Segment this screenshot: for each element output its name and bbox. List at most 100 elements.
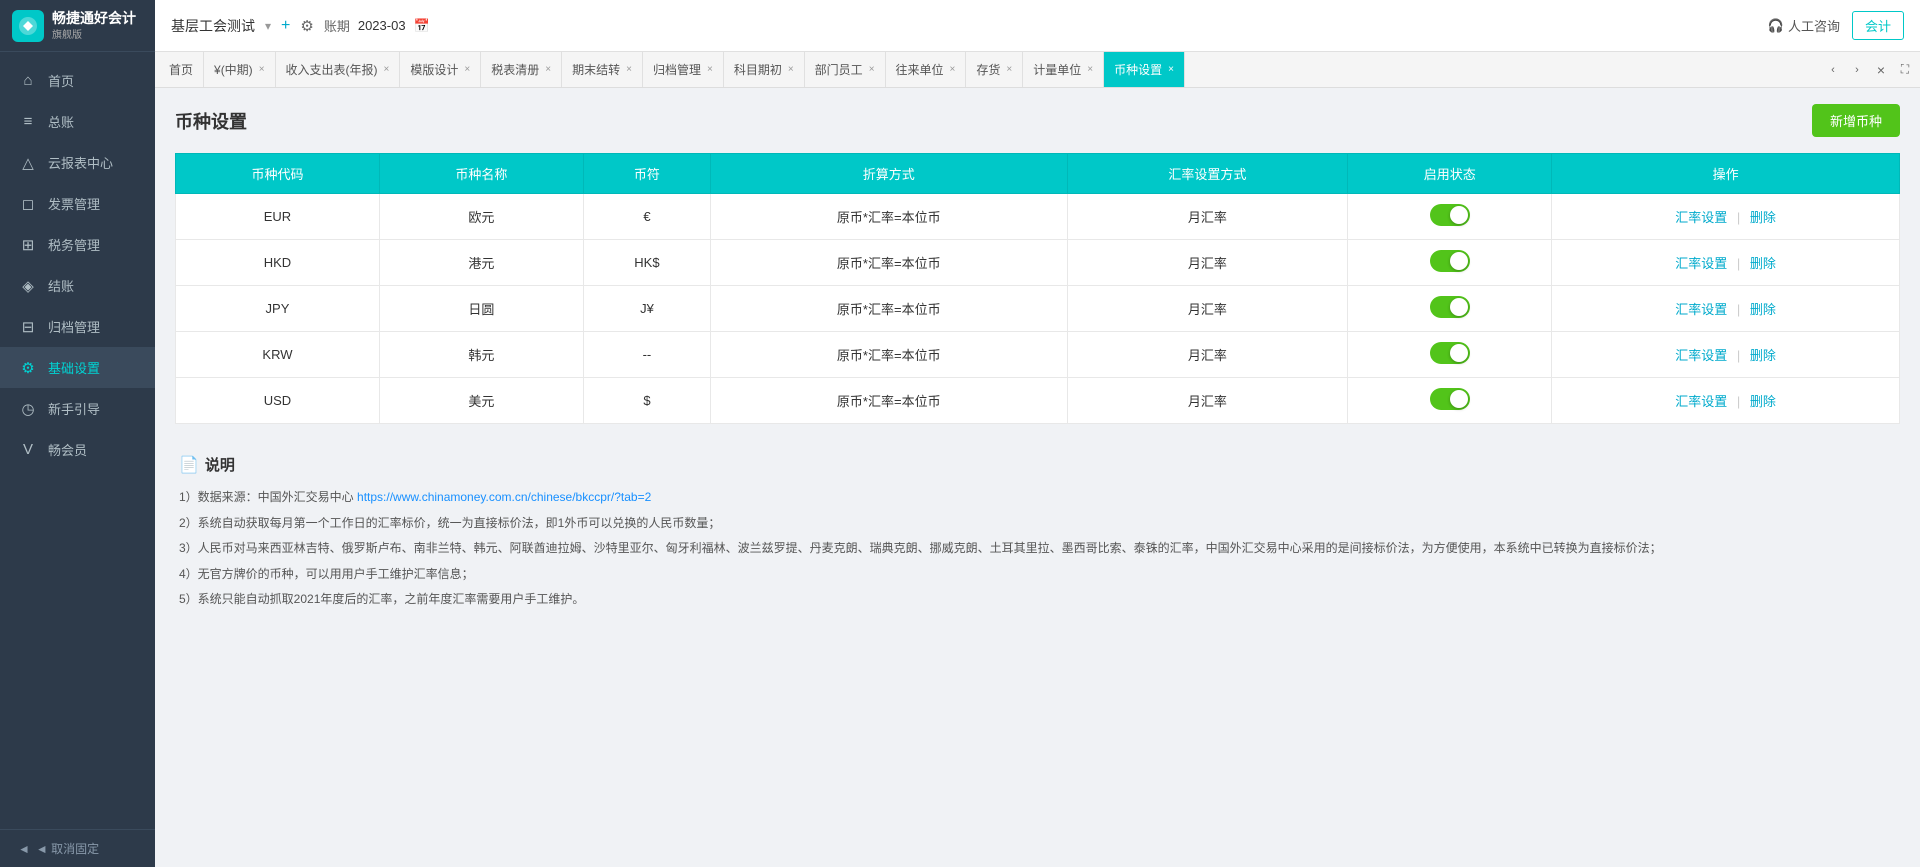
tab-tax[interactable]: 税表清册 × — [481, 52, 562, 88]
sidebar-item-guide[interactable]: ◷ 新手引导 — [0, 388, 155, 429]
cell-name-2: 日圆 — [379, 286, 583, 332]
logo-name: 畅捷通好会计 — [52, 10, 136, 27]
toggle-switch-0[interactable] — [1430, 204, 1470, 226]
rate-setting-link-0[interactable]: 汇率设置 — [1675, 210, 1727, 225]
ledger-icon: ≡ — [18, 113, 38, 130]
tab-nav-btns: ‹ › × ⛶ — [1822, 59, 1916, 81]
tab-expand-btn[interactable]: ⛶ — [1894, 59, 1916, 81]
tab-period-end-close[interactable]: × — [626, 64, 632, 75]
tab-prev-btn[interactable]: ‹ — [1822, 59, 1844, 81]
delete-link-1[interactable]: 删除 — [1750, 256, 1776, 271]
new-currency-button[interactable]: 新增币种 — [1812, 104, 1900, 137]
sidebar-pin-toggle[interactable]: ◄ ◄ 取消固定 — [0, 829, 155, 867]
member-icon: V — [18, 441, 38, 458]
sidebar-item-home-label: 首页 — [48, 71, 74, 90]
cell-rate-method-4: 月汇率 — [1067, 378, 1348, 424]
tab-period-end[interactable]: 期末结转 × — [562, 52, 643, 88]
rate-setting-link-1[interactable]: 汇率设置 — [1675, 256, 1727, 271]
cell-calc-1: 原币*汇率=本位币 — [710, 240, 1067, 286]
service-button[interactable]: 🎧 人工咨询 — [1768, 16, 1840, 35]
tab-archive[interactable]: 归档管理 × — [643, 52, 724, 88]
content-area: 币种设置 新增币种 币种代码 币种名称 币符 折算方式 汇率设置方式 启用状态 … — [155, 88, 1920, 867]
delete-link-4[interactable]: 删除 — [1750, 394, 1776, 409]
sidebar-item-checkout[interactable]: ◈ 结账 — [0, 265, 155, 306]
sidebar-item-archive[interactable]: ⊟ 归档管理 — [0, 306, 155, 347]
rate-setting-link-2[interactable]: 汇率设置 — [1675, 302, 1727, 317]
cell-rate-method-2: 月汇率 — [1067, 286, 1348, 332]
toggle-switch-2[interactable] — [1430, 296, 1470, 318]
toggle-switch-3[interactable] — [1430, 342, 1470, 364]
sidebar-item-home[interactable]: ⌂ 首页 — [0, 60, 155, 101]
tab-income-close[interactable]: × — [384, 64, 390, 75]
toggle-switch-1[interactable] — [1430, 250, 1470, 272]
cell-rate-method-1: 月汇率 — [1067, 240, 1348, 286]
tab-subjects[interactable]: 科目期初 × — [724, 52, 805, 88]
sidebar-item-ledger[interactable]: ≡ 总账 — [0, 101, 155, 142]
tab-tax-close[interactable]: × — [545, 64, 551, 75]
tab-home[interactable]: 首页 — [159, 52, 204, 88]
table-row: JPY 日圆 J¥ 原币*汇率=本位币 月汇率 汇率设置 | 删除 — [176, 286, 1900, 332]
tab-template-close[interactable]: × — [464, 64, 470, 75]
project-dropdown-icon[interactable]: ▾ — [265, 19, 271, 33]
tab-home-label: 首页 — [169, 61, 193, 78]
sidebar-item-tax[interactable]: ⊞ 税务管理 — [0, 224, 155, 265]
cell-actions-2: 汇率设置 | 删除 — [1552, 286, 1900, 332]
cell-status-2[interactable] — [1348, 286, 1552, 332]
tab-template[interactable]: 模版设计 × — [400, 52, 481, 88]
tab-income-label: 收入支出表(年报) — [286, 61, 378, 78]
add-project-btn[interactable]: + — [281, 17, 290, 35]
tab-balance-close[interactable]: × — [259, 64, 265, 75]
toggle-switch-4[interactable] — [1430, 388, 1470, 410]
delete-link-2[interactable]: 删除 — [1750, 302, 1776, 317]
headset-icon: 🎧 — [1768, 18, 1784, 34]
tab-currency[interactable]: 币种设置 × — [1104, 52, 1185, 88]
tab-partners[interactable]: 往来单位 × — [886, 52, 967, 88]
tab-close-all-btn[interactable]: × — [1870, 59, 1892, 81]
action-sep-3: | — [1737, 348, 1740, 363]
cell-name-0: 欧元 — [379, 194, 583, 240]
tab-dept-close[interactable]: × — [869, 64, 875, 75]
tab-inventory-close[interactable]: × — [1006, 64, 1012, 75]
tab-inventory[interactable]: 存货 × — [966, 52, 1023, 88]
account-button[interactable]: 会计 — [1852, 11, 1904, 40]
tab-currency-close[interactable]: × — [1168, 64, 1174, 75]
tab-partners-close[interactable]: × — [950, 64, 956, 75]
calendar-icon[interactable]: 📅 — [414, 18, 430, 34]
tab-income[interactable]: 收入支出表(年报) × — [276, 52, 401, 88]
tab-dept-label: 部门员工 — [815, 61, 863, 78]
tab-subjects-close[interactable]: × — [788, 64, 794, 75]
cell-status-1[interactable] — [1348, 240, 1552, 286]
tab-inventory-label: 存货 — [976, 61, 1000, 78]
sidebar-item-reports[interactable]: △ 云报表中心 — [0, 142, 155, 183]
logo-sub: 旗舰版 — [52, 26, 136, 41]
checkout-icon: ◈ — [18, 277, 38, 295]
tab-units-close[interactable]: × — [1087, 64, 1093, 75]
col-header-code: 币种代码 — [176, 154, 380, 194]
cell-status-4[interactable] — [1348, 378, 1552, 424]
rate-setting-link-3[interactable]: 汇率设置 — [1675, 348, 1727, 363]
sidebar-item-settings[interactable]: ⚙ 基础设置 — [0, 347, 155, 388]
tab-balance[interactable]: ¥(中期) × — [204, 52, 276, 88]
table-row: USD 美元 $ 原币*汇率=本位币 月汇率 汇率设置 | 删除 — [176, 378, 1900, 424]
cell-status-0[interactable] — [1348, 194, 1552, 240]
tab-units[interactable]: 计量单位 × — [1023, 52, 1104, 88]
rate-setting-link-4[interactable]: 汇率设置 — [1675, 394, 1727, 409]
delete-link-3[interactable]: 删除 — [1750, 348, 1776, 363]
cell-code-3: KRW — [176, 332, 380, 378]
tab-next-btn[interactable]: › — [1846, 59, 1868, 81]
delete-link-0[interactable]: 删除 — [1750, 210, 1776, 225]
sidebar-item-member[interactable]: V 畅会员 — [0, 429, 155, 470]
settings-btn[interactable]: ⚙ — [300, 17, 313, 35]
sidebar-footer-label: ◄ 取消固定 — [36, 840, 99, 857]
tab-dept[interactable]: 部门员工 × — [805, 52, 886, 88]
notes-link[interactable]: https://www.chinamoney.com.cn/chinese/bk… — [357, 490, 651, 504]
sidebar-item-invoice[interactable]: ◻ 发票管理 — [0, 183, 155, 224]
cell-actions-1: 汇率设置 | 删除 — [1552, 240, 1900, 286]
cell-status-3[interactable] — [1348, 332, 1552, 378]
tab-archive-close[interactable]: × — [707, 64, 713, 75]
cell-symbol-3: -- — [583, 332, 710, 378]
tab-tax-label: 税表清册 — [491, 61, 539, 78]
sidebar-item-archive-label: 归档管理 — [48, 317, 100, 336]
period-info: 账期 2023-03 📅 — [324, 16, 430, 35]
action-sep-0: | — [1737, 210, 1740, 225]
